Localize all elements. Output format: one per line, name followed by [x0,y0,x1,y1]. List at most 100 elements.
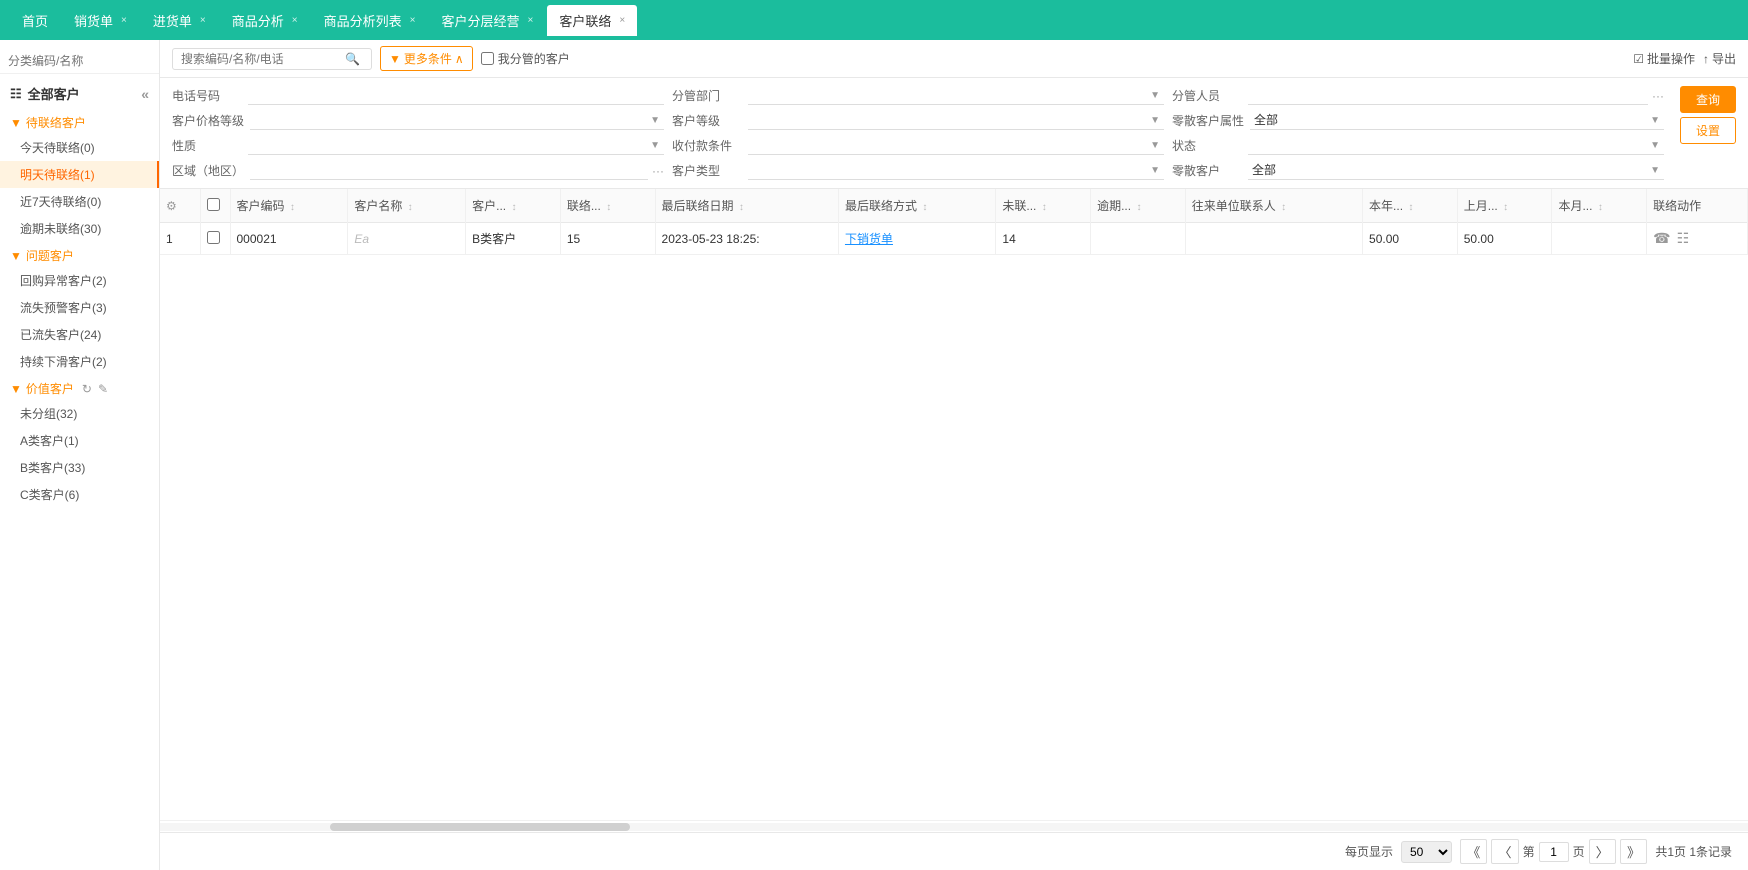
next-page-button[interactable]: 〉 [1589,839,1616,864]
price-tier-select[interactable] [250,111,664,129]
page-size-select[interactable]: 50 10 20 100 [1401,841,1452,863]
col-overdue-label: 逾期... [1097,199,1131,213]
last-contact-method-link[interactable]: 下销货单 [845,232,893,246]
sidebar-item-overdue-contact[interactable]: 逾期未联络(30) [0,215,159,242]
close-sales-order[interactable]: × [121,15,127,26]
prev-page-button[interactable]: 〈 [1491,839,1518,864]
sidebar-search-wrap: 🔍 [0,48,159,74]
region-input[interactable] [250,161,648,180]
retail-customer-label: 零散客户 [1172,162,1242,179]
payment-select[interactable] [748,136,1164,154]
nav-purchase-order[interactable]: 进货单 × [141,5,218,36]
col-last-month[interactable]: 上月... ↕ [1457,189,1552,223]
status-select[interactable] [1248,136,1664,154]
retail-attr-select[interactable]: 全部 [1250,111,1664,129]
sidebar-item-class-c[interactable]: C类客户(6) [0,481,159,508]
customer-name-blurred: Ea [354,232,369,246]
sidebar-item-class-b[interactable]: B类客户(33) [0,454,159,481]
col-last-method[interactable]: 最后联络方式 ↕ [838,189,995,223]
col-contact[interactable]: 联络... ↕ [560,189,655,223]
export-button[interactable]: ↑ 导出 [1703,50,1736,67]
sidebar-item-ungrouped[interactable]: 未分组(32) [0,400,159,427]
nature-select[interactable] [248,136,664,154]
sidebar-all-customers[interactable]: ☷ 全部客户 « [0,78,159,109]
my-customers-checkbox[interactable] [481,52,494,65]
sidebar-item-churn-warning[interactable]: 流失预警客户(3) [0,294,159,321]
col-last-date-label: 最后联络日期 [662,199,734,213]
sidebar-item-7days-contact[interactable]: 近7天待联络(0) [0,188,159,215]
filter-row-3: 性质 ▼ 收付款条件 ▼ [172,136,1664,155]
col-last-date[interactable]: 最后联络日期 ↕ [655,189,838,223]
sidebar-item-churned[interactable]: 已流失客户(24) [0,321,159,348]
more-filter-button[interactable]: ▼ 更多条件 ∧ [380,46,473,71]
retail-customer-select[interactable]: 全部 [1248,161,1664,179]
page-number-input[interactable] [1539,842,1569,862]
region-more-icon[interactable]: ··· [652,164,664,178]
close-product-analysis-list[interactable]: × [410,15,416,26]
nav-customer-contact[interactable]: 客户联络 × [547,5,637,36]
cell-checkbox[interactable] [200,223,230,255]
batch-operation-button[interactable]: ☑ 批量操作 [1633,50,1695,67]
col-this-month[interactable]: 本月... ↕ [1552,189,1647,223]
sort-icon-last-date: ↕ [739,202,744,213]
set-button[interactable]: 设置 [1680,117,1736,144]
phone-input[interactable] [248,86,664,105]
sidebar-item-today-contact[interactable]: 今天待联络(0) [0,134,159,161]
cell-overdue [1091,223,1186,255]
search-icon[interactable]: 🔍 [345,52,360,66]
settings-icon[interactable]: ⚙ [166,199,177,213]
sort-icon-contact-person: ↕ [1281,202,1286,213]
chevron-up-icon: ∧ [455,52,464,66]
sidebar-item-declining[interactable]: 持续下滑客户(2) [0,348,159,375]
nav-product-analysis[interactable]: 商品分析 × [220,5,310,36]
select-all-checkbox[interactable] [207,198,220,211]
scrollbar-thumb[interactable] [330,823,630,831]
first-page-button[interactable]: 《 [1460,839,1487,864]
col-this-month-label: 本月... [1558,199,1592,213]
sidebar-collapse-icon[interactable]: « [141,86,149,102]
close-customer-tier[interactable]: × [527,15,533,26]
col-code-label: 客户编码 [237,199,285,213]
col-settings[interactable]: ⚙ [160,189,200,223]
customer-type-select[interactable] [748,161,1164,179]
arrow-down-icon-3: ▼ [10,382,22,396]
edit-icon[interactable]: ✎ [98,382,108,396]
cell-last-contact-method[interactable]: 下销货单 [838,223,995,255]
manager-label: 分管人员 [1172,87,1242,104]
col-action-label: 联络动作 [1653,199,1701,213]
sidebar-item-repurchase-abnormal[interactable]: 回购异常客户(2) [0,267,159,294]
col-type[interactable]: 客户... ↕ [466,189,561,223]
manager-more-icon[interactable]: ··· [1652,89,1664,103]
my-customers-checkbox-label[interactable]: 我分管的客户 [481,50,570,67]
query-button[interactable]: 查询 [1680,86,1736,113]
sidebar-item-class-a[interactable]: A类客户(1) [0,427,159,454]
col-checkbox[interactable] [200,189,230,223]
manager-input[interactable] [1248,86,1648,105]
customer-type-label: 客户类型 [672,162,742,179]
sidebar-search-input[interactable] [8,54,160,68]
nav-home[interactable]: 首页 [10,5,60,36]
sidebar-item-tomorrow-contact[interactable]: 明天待联络(1) [0,161,159,188]
status-label: 状态 [1172,137,1242,154]
close-product-analysis[interactable]: × [292,15,298,26]
row-checkbox[interactable] [207,231,220,244]
col-name[interactable]: 客户名称 ↕ [348,189,466,223]
col-this-year[interactable]: 本年... ↕ [1363,189,1458,223]
phone-action-icon[interactable]: ☎ [1653,230,1670,247]
grid-action-icon[interactable]: ☷ [1677,230,1690,247]
nav-product-analysis-list[interactable]: 商品分析列表 × [312,5,428,36]
customer-tier-select[interactable] [748,111,1164,129]
col-contact-person[interactable]: 往来单位联系人 ↕ [1185,189,1362,223]
nav-customer-tier[interactable]: 客户分层经营 × [429,5,545,36]
horizontal-scrollbar[interactable] [160,820,1748,832]
col-overdue[interactable]: 逾期... ↕ [1091,189,1186,223]
close-customer-contact[interactable]: × [619,15,625,26]
close-purchase-order[interactable]: × [200,15,206,26]
dept-select[interactable] [748,86,1164,104]
refresh-icon[interactable]: ↻ [82,382,92,396]
last-page-button[interactable]: 》 [1620,839,1647,864]
col-no-contact[interactable]: 未联... ↕ [996,189,1091,223]
col-code[interactable]: 客户编码 ↕ [230,189,348,223]
nav-sales-order[interactable]: 销货单 × [62,5,139,36]
search-input[interactable] [181,52,341,66]
